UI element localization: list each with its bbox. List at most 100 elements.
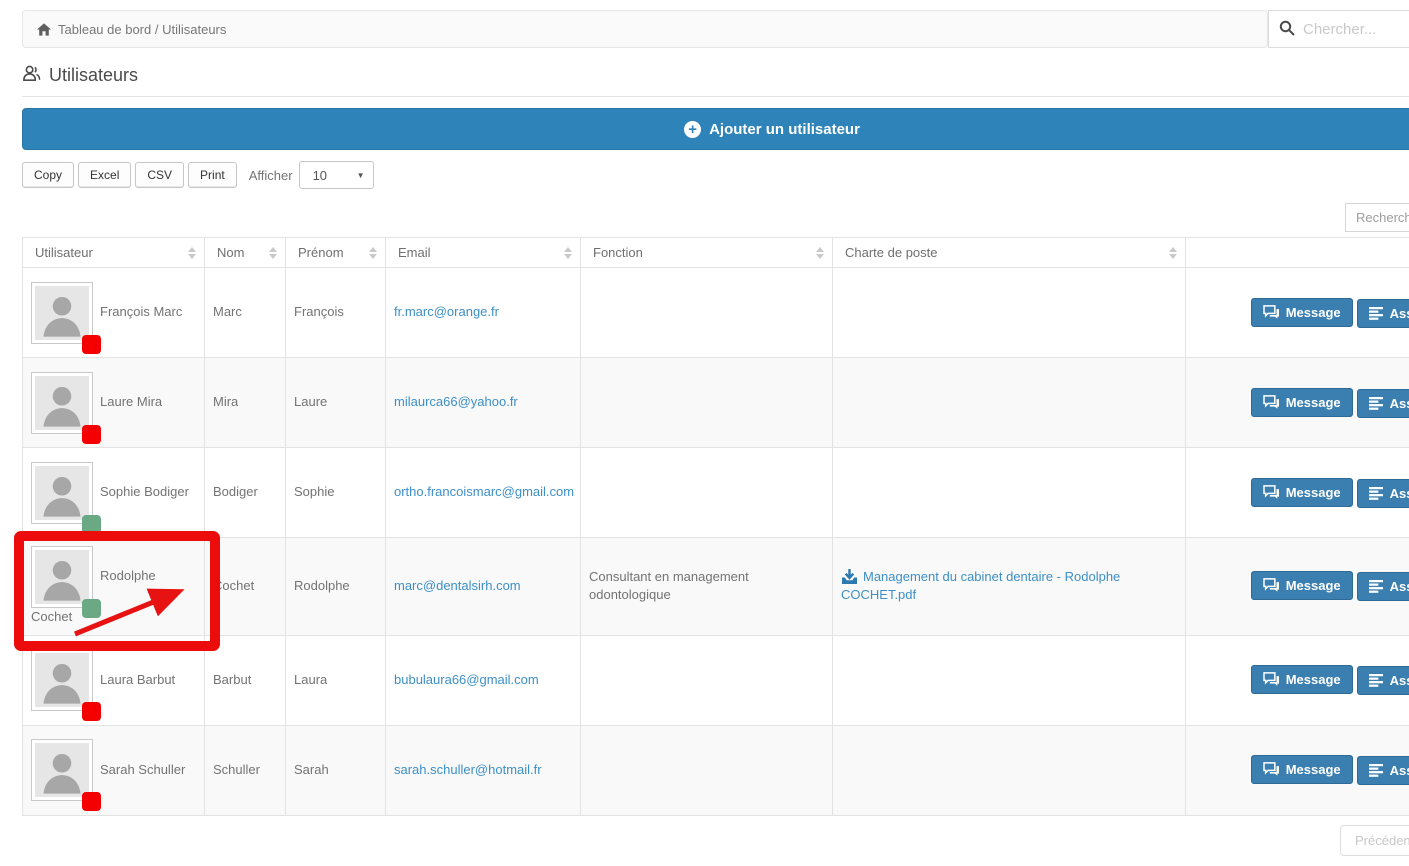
message-icon <box>1263 485 1280 500</box>
search-icon <box>1279 20 1295 39</box>
assign-icon <box>1369 307 1384 320</box>
sort-icon <box>564 247 572 259</box>
assign-button[interactable]: Assigner <box>1357 299 1409 328</box>
column-header-actions <box>1186 238 1409 268</box>
user-cell: RodolpheCochet <box>23 538 205 636</box>
assign-button[interactable]: Assigner <box>1357 479 1409 508</box>
top-bar: Tableau de bord / Utilisateurs <box>22 10 1409 48</box>
message-button[interactable]: Message <box>1251 298 1353 327</box>
email-cell: sarah.schuller@hotmail.fr <box>386 725 581 815</box>
copy-button[interactable]: Copy <box>22 162 74 188</box>
actions-cell: Message Assigner <box>1186 448 1409 538</box>
user-display-name: Laure Mira <box>100 394 162 409</box>
assign-button-label: Assigner <box>1390 396 1409 411</box>
breadcrumb-text: Tableau de bord / Utilisateurs <box>58 22 226 37</box>
message-icon <box>1263 305 1280 320</box>
csv-button[interactable]: CSV <box>135 162 184 188</box>
avatar <box>31 546 93 608</box>
status-indicator <box>82 599 101 618</box>
message-button-label: Message <box>1286 762 1341 777</box>
message-icon <box>1263 762 1280 777</box>
home-icon <box>37 23 51 36</box>
column-header-charte[interactable]: Charte de poste <box>833 238 1186 268</box>
message-button[interactable]: Message <box>1251 388 1353 417</box>
show-entries-label: Afficher <box>249 168 293 183</box>
global-search-input[interactable] <box>1303 21 1409 38</box>
table-row: Sophie Bodiger Bodiger Sophie ortho.fran… <box>23 448 1409 538</box>
table-row: François Marc Marc François fr.marc@oran… <box>23 268 1409 358</box>
status-indicator <box>82 515 101 534</box>
status-indicator <box>82 792 101 811</box>
charte-cell <box>833 448 1186 538</box>
message-button[interactable]: Message <box>1251 478 1353 507</box>
user-cell: Laure Mira <box>23 358 205 448</box>
column-header-utilisateur[interactable]: Utilisateur <box>23 238 205 268</box>
charte-cell <box>833 358 1186 448</box>
page-length-value: 10 <box>313 168 327 183</box>
avatar <box>31 462 93 524</box>
assign-button[interactable]: Assigner <box>1357 389 1409 418</box>
table-row: Laura Barbut Barbut Laura bubulaura66@gm… <box>23 635 1409 725</box>
email-link[interactable]: marc@dentalsirh.com <box>394 578 521 593</box>
message-button-label: Message <box>1286 305 1341 320</box>
users-table-body: François Marc Marc François fr.marc@oran… <box>23 268 1409 816</box>
message-icon <box>1263 578 1280 593</box>
pagination-previous-button[interactable]: Précédent <box>1340 825 1409 856</box>
assign-button[interactable]: Assigner <box>1357 666 1409 695</box>
assign-icon <box>1369 580 1384 593</box>
sort-icon <box>188 247 196 259</box>
table-row: Laure Mira Mira Laure milaurca66@yahoo.f… <box>23 358 1409 448</box>
message-icon <box>1263 672 1280 687</box>
caret-down-icon: ▼ <box>357 171 365 180</box>
table-row: RodolpheCochet Cochet Rodolphe marc@dent… <box>23 538 1409 636</box>
breadcrumb[interactable]: Tableau de bord / Utilisateurs <box>22 10 1268 48</box>
page-length-select[interactable]: 10 ▼ <box>299 161 374 189</box>
assign-button-label: Assigner <box>1390 306 1409 321</box>
avatar <box>31 649 93 711</box>
excel-button[interactable]: Excel <box>78 162 131 188</box>
charte-cell <box>833 635 1186 725</box>
message-button-label: Message <box>1286 395 1341 410</box>
assign-button-label: Assigner <box>1390 579 1409 594</box>
email-link[interactable]: milaurca66@yahoo.fr <box>394 394 518 409</box>
add-user-button[interactable]: + Ajouter un utilisateur <box>22 108 1409 150</box>
column-header-email[interactable]: Email <box>386 238 581 268</box>
prenom-cell: Sarah <box>286 725 386 815</box>
charte-cell: Management du cabinet dentaire - Rodolph… <box>833 538 1186 636</box>
nom-cell: Cochet <box>205 538 286 636</box>
assign-icon <box>1369 674 1384 687</box>
email-link[interactable]: fr.marc@orange.fr <box>394 304 499 319</box>
column-header-nom[interactable]: Nom <box>205 238 286 268</box>
actions-cell: Message Assigner <box>1186 725 1409 815</box>
table-search-input[interactable] <box>1345 203 1409 232</box>
print-button[interactable]: Print <box>188 162 237 188</box>
message-button[interactable]: Message <box>1251 755 1353 784</box>
email-cell: fr.marc@orange.fr <box>386 268 581 358</box>
fonction-cell <box>581 635 833 725</box>
email-cell: ortho.francoismarc@gmail.com <box>386 448 581 538</box>
sort-icon <box>269 247 277 259</box>
email-link[interactable]: ortho.francoismarc@gmail.com <box>394 484 574 499</box>
table-controls: Copy Excel CSV Print Afficher 10 ▼ <box>22 161 1409 189</box>
user-cell: Sarah Schuller <box>23 725 205 815</box>
fonction-cell <box>581 358 833 448</box>
message-button-label: Message <box>1286 485 1341 500</box>
fonction-cell: Consultant en management odontologique <box>581 538 833 636</box>
users-icon <box>22 64 41 86</box>
email-link[interactable]: bubulaura66@gmail.com <box>394 672 539 687</box>
assign-icon <box>1369 764 1384 777</box>
user-display-name: Sophie Bodiger <box>100 484 189 499</box>
nom-cell: Marc <box>205 268 286 358</box>
column-header-prenom[interactable]: Prénom <box>286 238 386 268</box>
sort-icon <box>816 247 824 259</box>
column-header-fonction[interactable]: Fonction <box>581 238 833 268</box>
charte-link[interactable]: Management du cabinet dentaire - Rodolph… <box>841 569 1120 603</box>
message-button[interactable]: Message <box>1251 571 1353 600</box>
fonction-cell <box>581 268 833 358</box>
charte-link-wrap: Management du cabinet dentaire - Rodolph… <box>841 569 1120 603</box>
assign-button-label: Assigner <box>1390 486 1409 501</box>
message-button[interactable]: Message <box>1251 665 1353 694</box>
email-link[interactable]: sarah.schuller@hotmail.fr <box>394 762 542 777</box>
assign-button[interactable]: Assigner <box>1357 756 1409 785</box>
assign-button[interactable]: Assigner <box>1357 572 1409 601</box>
